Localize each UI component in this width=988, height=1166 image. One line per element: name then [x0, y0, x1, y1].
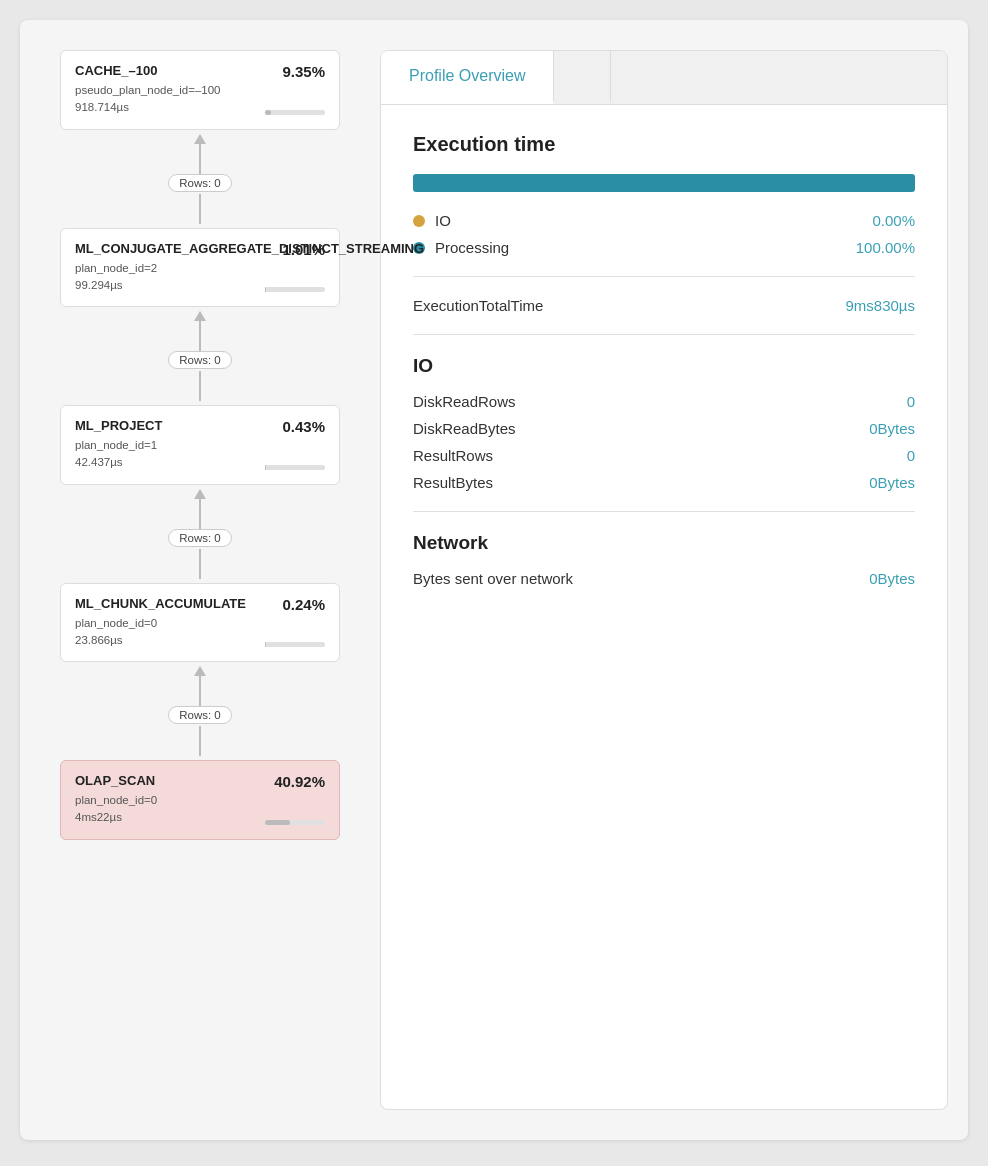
tab-2[interactable] — [554, 51, 611, 104]
bytes-sent-label: Bytes sent over network — [413, 570, 573, 587]
node-card-olap-scan[interactable]: OLAP_SCAN plan_node_id=0 4ms22µs 40.92% — [60, 760, 340, 840]
disk-read-rows-row: DiskReadRows 0 — [413, 393, 915, 410]
arrow-line-2 — [199, 321, 201, 351]
node-card-cache[interactable]: CACHE_–100 pseudo_plan_node_id=–100 918.… — [60, 50, 340, 130]
tab-content: Execution time IO 0.00% Processing 100.0… — [381, 105, 947, 625]
io-section: DiskReadRows 0 DiskReadBytes 0Bytes Resu… — [413, 393, 915, 491]
result-bytes-row: ResultBytes 0Bytes — [413, 474, 915, 491]
rows-badge-4: Rows: 0 — [168, 706, 232, 724]
node-pct-cache: 9.35% — [282, 63, 325, 80]
rows-badge-1: Rows: 0 — [168, 174, 232, 192]
node-card-ml-project[interactable]: ML_PROJECT plan_node_id=1 42.437µs 0.43% — [60, 405, 340, 485]
io-metric-row: IO 0.00% — [413, 212, 915, 229]
total-time-row: ExecutionTotalTime 9ms830µs — [413, 297, 915, 314]
arrow-3: Rows: 0 — [168, 489, 232, 579]
arrow-2: Rows: 0 — [168, 311, 232, 401]
node-card-ml-conjugate[interactable]: ML_CONJUGATE_AGGREGATE_DISTINCT_STREAMIN… — [60, 228, 340, 308]
node-progress-bg-ml-project — [265, 465, 325, 470]
left-panel: CACHE_–100 pseudo_plan_node_id=–100 918.… — [40, 50, 360, 1110]
arrow-4: Rows: 0 — [168, 666, 232, 756]
node-progress-fill-cache — [265, 110, 271, 115]
bytes-sent-row: Bytes sent over network 0Bytes — [413, 570, 915, 587]
result-rows-label: ResultRows — [413, 447, 493, 464]
result-rows-row: ResultRows 0 — [413, 447, 915, 464]
arrow-head-4 — [194, 666, 206, 676]
result-bytes-label: ResultBytes — [413, 474, 493, 491]
main-container: CACHE_–100 pseudo_plan_node_id=–100 918.… — [20, 20, 968, 1140]
node-pct-ml-chunk: 0.24% — [282, 596, 325, 613]
rows-badge-2: Rows: 0 — [168, 351, 232, 369]
io-section-title: IO — [413, 355, 915, 377]
node-pct-olap-scan: 40.92% — [274, 773, 325, 790]
node-progress-bg-ml-conjugate — [265, 287, 325, 292]
processing-metric-row: Processing 100.00% — [413, 239, 915, 256]
divider-1 — [413, 276, 915, 277]
right-panel: Profile Overview Execution time IO 0.00%… — [380, 50, 948, 1110]
total-time-label: ExecutionTotalTime — [413, 297, 543, 314]
arrow-head-1 — [194, 134, 206, 144]
arrow-line-1b — [199, 194, 201, 224]
disk-read-rows-label: DiskReadRows — [413, 393, 516, 410]
bytes-sent-value: 0Bytes — [869, 570, 915, 587]
node-progress-bg-ml-chunk — [265, 642, 325, 647]
execution-bar — [413, 174, 915, 192]
arrow-head-2 — [194, 311, 206, 321]
node-card-ml-chunk[interactable]: ML_CHUNK_ACCUMULATE plan_node_id=0 23.86… — [60, 583, 340, 663]
execution-time-title: Execution time — [413, 133, 915, 156]
arrow-1: Rows: 0 — [168, 134, 232, 224]
arrow-line-4 — [199, 676, 201, 706]
rows-badge-3: Rows: 0 — [168, 529, 232, 547]
node-pct-ml-project: 0.43% — [282, 418, 325, 435]
result-rows-value: 0 — [907, 447, 915, 464]
io-label: IO — [413, 212, 451, 229]
arrow-line-1 — [199, 144, 201, 174]
processing-value: 100.00% — [856, 239, 915, 256]
processing-label: Processing — [413, 239, 509, 256]
network-section-title: Network — [413, 532, 915, 554]
io-value: 0.00% — [872, 212, 915, 229]
arrow-line-3 — [199, 499, 201, 529]
arrow-line-4b — [199, 726, 201, 756]
total-time-value: 9ms830µs — [845, 297, 915, 314]
arrow-head-3 — [194, 489, 206, 499]
node-progress-bg-olap-scan — [265, 820, 325, 825]
disk-read-bytes-label: DiskReadBytes — [413, 420, 516, 437]
arrow-line-3b — [199, 549, 201, 579]
node-pct-ml-conjugate: 1.01% — [282, 241, 325, 258]
result-bytes-value: 0Bytes — [869, 474, 915, 491]
tab-profile-overview[interactable]: Profile Overview — [381, 51, 554, 104]
node-progress-fill-ml-conjugate — [265, 287, 266, 292]
disk-read-bytes-row: DiskReadBytes 0Bytes — [413, 420, 915, 437]
io-dot — [413, 215, 425, 227]
divider-3 — [413, 511, 915, 512]
disk-read-bytes-value: 0Bytes — [869, 420, 915, 437]
node-progress-fill-olap-scan — [265, 820, 290, 825]
disk-read-rows-value: 0 — [907, 393, 915, 410]
tabs-bar: Profile Overview — [381, 51, 947, 105]
arrow-line-2b — [199, 371, 201, 401]
node-progress-bg-cache — [265, 110, 325, 115]
divider-2 — [413, 334, 915, 335]
